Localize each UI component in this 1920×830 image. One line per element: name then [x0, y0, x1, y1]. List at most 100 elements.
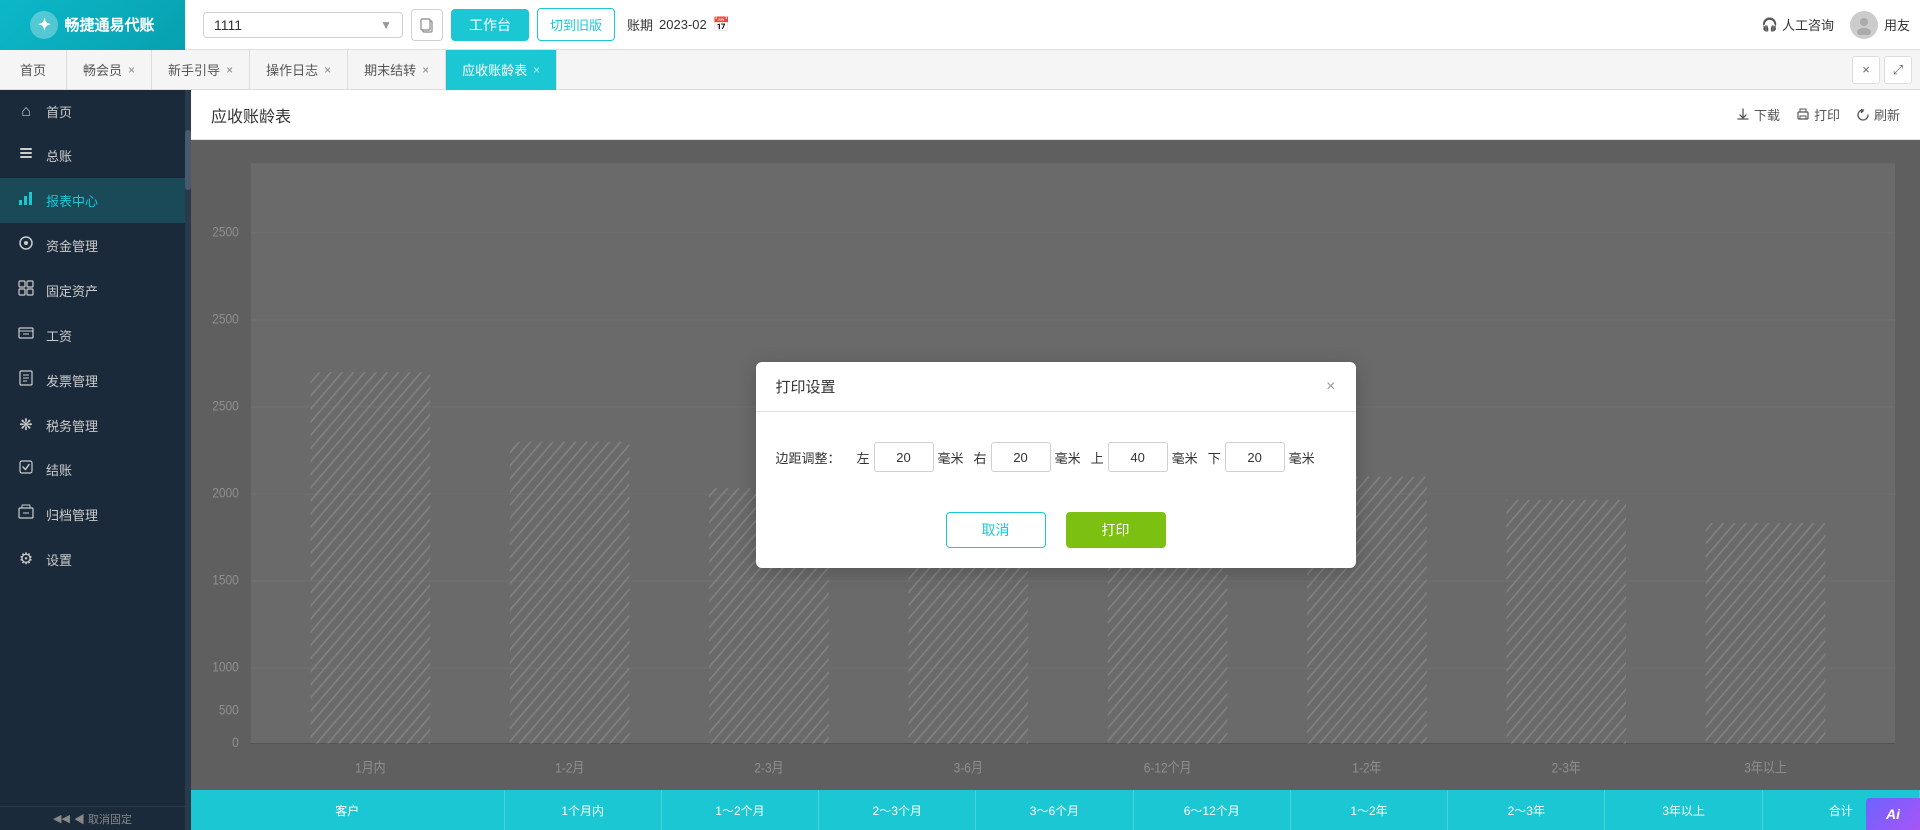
avatar — [1850, 11, 1878, 39]
sidebar-item-archive[interactable]: 归档管理 — [0, 492, 185, 537]
tab-close-button[interactable]: × — [1852, 56, 1880, 84]
table-col-6-12month: 6～12个月 — [1134, 790, 1291, 830]
headset-icon: 🎧 — [1762, 17, 1778, 33]
avatar-icon — [1854, 15, 1874, 35]
modal-body: 边距调整： 左 毫米 右 毫米 — [756, 412, 1356, 502]
ai-badge[interactable]: Ai — [1866, 798, 1920, 830]
margin-top-dir: 上 — [1091, 448, 1104, 467]
modal-header: 打印设置 × — [756, 362, 1356, 412]
sidebar-item-home[interactable]: ⌂ 首页 — [0, 90, 185, 133]
margin-bottom-unit: 毫米 — [1289, 448, 1315, 467]
sidebar-label-invoice: 发票管理 — [46, 371, 98, 390]
sidebar: ⌂ 首页 总账 报表中心 资金管理 固定资产 — [0, 90, 185, 830]
cancel-button[interactable]: 取消 — [946, 512, 1046, 548]
print-button[interactable]: 打印 — [1796, 105, 1840, 124]
sidebar-item-assets[interactable]: 固定资产 — [0, 268, 185, 313]
tab-guide-close[interactable]: × — [226, 63, 233, 77]
download-button[interactable]: 下载 — [1736, 105, 1780, 124]
invoice-icon — [16, 370, 36, 391]
download-icon — [1736, 108, 1750, 122]
tab-period-end[interactable]: 期末结转 × — [348, 50, 446, 90]
table-col-1-2month: 1～2个月 — [662, 790, 819, 830]
tab-expand-button[interactable]: ⤢ — [1884, 56, 1912, 84]
sidebar-collapse-button[interactable]: ◀◀ ◀ 取消固定 — [0, 806, 185, 830]
sidebar-label-ledger: 总账 — [46, 146, 72, 165]
tab-oplog-close[interactable]: × — [324, 63, 331, 77]
company-selector[interactable]: 1111 ▼ — [203, 12, 403, 38]
consultant-label: 人工咨询 — [1782, 15, 1834, 34]
margin-right-input[interactable] — [991, 442, 1051, 472]
tab-guide-label: 新手引导 — [168, 60, 220, 79]
refresh-icon — [1856, 108, 1870, 122]
tab-member[interactable]: 畅会员 × — [67, 50, 152, 90]
company-name: 1111 — [214, 17, 376, 33]
print-settings-modal: 打印设置 × 边距调整： 左 毫米 右 — [756, 362, 1356, 568]
tab-home[interactable]: 首页 — [0, 50, 67, 90]
tab-member-close[interactable]: × — [128, 63, 135, 77]
ledger-icon — [16, 145, 36, 166]
tax-icon: ❋ — [16, 415, 36, 435]
margin-right-dir: 右 — [974, 448, 987, 467]
tab-receivable-aging[interactable]: 应收账龄表 × — [446, 50, 557, 90]
workbench-button[interactable]: 工作台 — [451, 9, 529, 41]
page-actions: 下载 打印 刷新 — [1736, 105, 1900, 124]
user-area[interactable]: 用友 — [1850, 11, 1910, 39]
funds-icon — [16, 235, 36, 256]
sidebar-label-reports: 报表中心 — [46, 191, 98, 210]
modal-close-button[interactable]: × — [1326, 378, 1335, 396]
sidebar-label-assets: 固定资产 — [46, 281, 98, 300]
tab-actions: × ⤢ — [1852, 56, 1920, 84]
sidebar-item-payroll[interactable]: 工资 — [0, 313, 185, 358]
collapse-label: ◀ 取消固定 — [74, 811, 132, 827]
collapse-icon: ◀◀ — [53, 812, 70, 825]
consultant-button[interactable]: 🎧 人工咨询 — [1762, 15, 1834, 34]
tab-home-label: 首页 — [20, 60, 46, 79]
tab-guide[interactable]: 新手引导 × — [152, 50, 250, 90]
period-area: 账期 2023-02 📅 — [627, 15, 730, 34]
settings-icon: ⚙ — [16, 549, 36, 569]
period-value: 2023-02 — [659, 17, 707, 32]
refresh-button[interactable]: 刷新 — [1856, 105, 1900, 124]
margin-row: 边距调整： 左 毫米 右 毫米 — [776, 442, 1336, 472]
sidebar-item-tax[interactable]: ❋ 税务管理 — [0, 403, 185, 447]
chevron-down-icon: ▼ — [380, 18, 392, 32]
logo-text: 畅捷通易代账 — [64, 14, 154, 35]
sidebar-item-reports[interactable]: 报表中心 — [0, 178, 185, 223]
sidebar-label-tax: 税务管理 — [46, 416, 98, 435]
sidebar-item-invoice[interactable]: 发票管理 — [0, 358, 185, 403]
copy-button[interactable] — [411, 9, 443, 41]
chart-area: 2500 2500 2500 2000 1500 1000 500 0 1月内 — [191, 140, 1920, 790]
header-right: 🎧 人工咨询 用友 — [1762, 11, 1910, 39]
margin-bottom-input[interactable] — [1225, 442, 1285, 472]
sidebar-label-checkout: 结账 — [46, 460, 72, 479]
print-label: 打印 — [1814, 105, 1840, 124]
table-col-2-3year: 2～3年 — [1448, 790, 1605, 830]
margin-left-dir: 左 — [857, 448, 870, 467]
tab-bar: 首页 畅会员 × 新手引导 × 操作日志 × 期末结转 × 应收账龄表 × × … — [0, 50, 1920, 90]
tab-oplog[interactable]: 操作日志 × — [250, 50, 348, 90]
margin-top-input[interactable] — [1108, 442, 1168, 472]
confirm-print-button[interactable]: 打印 — [1066, 512, 1166, 548]
tab-period-end-close[interactable]: × — [422, 63, 429, 77]
sidebar-item-checkout[interactable]: 结账 — [0, 447, 185, 492]
checkout-icon — [16, 459, 36, 480]
table-header: 客户1个月内1～2个月2～3个月3～6个月6～12个月1～2年2～3年3年以上合… — [191, 790, 1920, 830]
sidebar-item-ledger[interactable]: 总账 — [0, 133, 185, 178]
page-header: 应收账龄表 下载 打印 刷新 — [191, 90, 1920, 140]
margin-left-group: 左 毫米 — [857, 442, 964, 472]
calendar-icon[interactable]: 📅 — [713, 16, 730, 33]
modal-footer: 取消 打印 — [756, 502, 1356, 568]
sidebar-item-settings[interactable]: ⚙ 设置 — [0, 537, 185, 581]
margin-left-input[interactable] — [874, 442, 934, 472]
content-area: 应收账龄表 下载 打印 刷新 — [191, 90, 1920, 830]
sidebar-label-funds: 资金管理 — [46, 236, 98, 255]
margin-top-group: 上 毫米 — [1091, 442, 1198, 472]
table-col-customer: 客户 — [191, 790, 505, 830]
modal-overlay: 打印设置 × 边距调整： 左 毫米 右 — [191, 140, 1920, 790]
tab-period-end-label: 期末结转 — [364, 60, 416, 79]
tab-receivable-aging-close[interactable]: × — [533, 63, 540, 77]
sidebar-item-funds[interactable]: 资金管理 — [0, 223, 185, 268]
table-col-1-2year: 1～2年 — [1291, 790, 1448, 830]
sidebar-label-archive: 归档管理 — [46, 505, 98, 524]
switch-old-button[interactable]: 切到旧版 — [537, 8, 615, 41]
